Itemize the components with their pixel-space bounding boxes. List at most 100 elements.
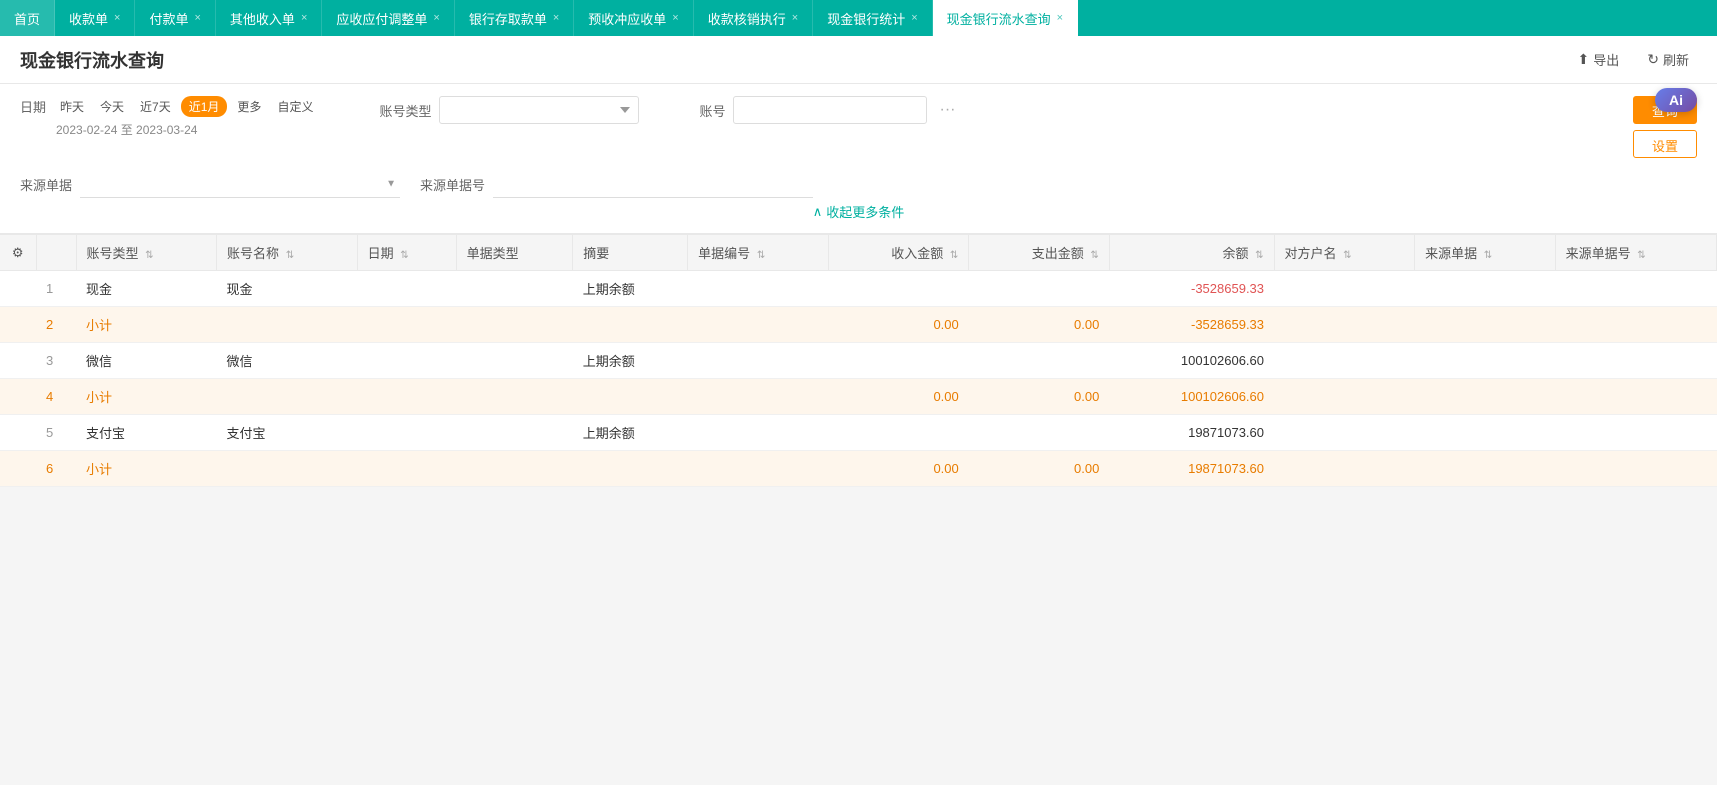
table-row[interactable]: 6 小计 0.00 0.00 19871073.60 — [0, 451, 1717, 487]
account-type-column-header[interactable]: 账号类型 ⇅ — [76, 235, 217, 271]
row-date-cell — [357, 451, 456, 487]
row-account-name-cell: 微信 — [217, 343, 358, 379]
export-button[interactable]: ⬆ 导出 — [1570, 46, 1628, 73]
date-opt-yesterday[interactable]: 昨天 — [54, 96, 90, 117]
close-tab-bank-deposit-icon[interactable]: × — [553, 12, 559, 24]
source-doc-no-sort-icon: ⇅ — [1637, 250, 1645, 261]
collapse-bar[interactable]: ∧ 收起更多条件 — [20, 198, 1697, 221]
source-doc-sort-icon: ⇅ — [1484, 250, 1492, 261]
table-row[interactable]: 5 支付宝 支付宝 上期余额 19871073.60 — [0, 415, 1717, 451]
table-row[interactable]: 2 小计 0.00 0.00 -3528659.33 — [0, 307, 1717, 343]
nav-home[interactable]: 首页 — [0, 0, 55, 36]
row-date-cell — [357, 307, 456, 343]
gear-column-header[interactable]: ⚙ — [0, 235, 36, 271]
date-opt-more[interactable]: 更多 — [231, 96, 267, 117]
nav-tab-receipt-exec[interactable]: 收款核销执行 × — [694, 0, 813, 36]
row-doc-no-cell — [688, 271, 829, 307]
table-row[interactable]: 1 现金 现金 上期余额 -3528659.33 — [0, 271, 1717, 307]
close-tab-ar-ap-adjust-icon[interactable]: × — [433, 12, 439, 24]
row-expense-cell: 0.00 — [969, 307, 1110, 343]
row-summary-cell: 上期余额 — [573, 415, 688, 451]
source-doc-column-header[interactable]: 来源单据 ⇅ — [1415, 235, 1556, 271]
date-opt-today[interactable]: 今天 — [94, 96, 130, 117]
account-input[interactable] — [733, 96, 927, 124]
row-source-doc-cell — [1415, 415, 1556, 451]
close-tab-cash-bank-stat-icon[interactable]: × — [911, 12, 917, 24]
source-doc-no-column-header[interactable]: 来源单据号 ⇅ — [1555, 235, 1716, 271]
expense-column-header[interactable]: 支出金额 ⇅ — [969, 235, 1110, 271]
row-gear-cell — [0, 307, 36, 343]
date-options: 昨天 今天 近7天 近1月 更多 自定义 — [54, 96, 319, 117]
row-account-type-cell: 小计 — [76, 307, 217, 343]
nav-tab-other-income[interactable]: 其他收入单 × — [216, 0, 322, 36]
row-balance-cell: 19871073.60 — [1109, 415, 1274, 451]
account-type-label: 账号类型 — [379, 101, 431, 120]
row-num-cell: 4 — [36, 379, 76, 415]
nav-tab-receipt[interactable]: 收款单 × — [55, 0, 135, 36]
account-name-sort-icon: ⇅ — [286, 250, 294, 261]
account-dots-icon[interactable]: ··· — [935, 101, 959, 119]
date-opt-7days[interactable]: 近7天 — [134, 96, 177, 117]
balance-column-header[interactable]: 余额 ⇅ — [1109, 235, 1274, 271]
row-account-name-cell — [217, 379, 358, 415]
row-doc-type-cell — [456, 451, 573, 487]
account-name-column-header[interactable]: 账号名称 ⇅ — [217, 235, 358, 271]
num-column-header — [36, 235, 76, 271]
row-source-doc-cell — [1415, 451, 1556, 487]
row-gear-cell — [0, 343, 36, 379]
close-tab-payment-icon[interactable]: × — [194, 12, 200, 24]
date-range-display: 2023-02-24 至 2023-03-24 — [56, 123, 197, 137]
row-source-doc-no-cell — [1555, 343, 1716, 379]
income-column-header[interactable]: 收入金额 ⇅ — [828, 235, 969, 271]
source-doc-filter: 来源单据 ▼ — [20, 170, 400, 198]
date-label: 日期 — [20, 97, 46, 116]
close-tab-cash-bank-flow-icon[interactable]: × — [1057, 12, 1063, 24]
close-tab-other-income-icon[interactable]: × — [301, 12, 307, 24]
source-doc-select[interactable] — [80, 170, 400, 198]
row-account-name-cell — [217, 307, 358, 343]
row-expense-cell — [969, 415, 1110, 451]
nav-tab-bank-deposit[interactable]: 银行存取款单 × — [455, 0, 574, 36]
refresh-icon: ↻ — [1647, 51, 1659, 68]
doc-no-column-header[interactable]: 单据编号 ⇅ — [688, 235, 829, 271]
ai-badge[interactable]: Ai — [1655, 88, 1697, 112]
filter-area: 日期 昨天 今天 近7天 近1月 更多 自定义 2023-02-24 至 202… — [0, 84, 1717, 234]
account-type-select[interactable] — [439, 96, 639, 124]
nav-tab-cash-bank-flow[interactable]: 现金银行流水查询 × — [933, 0, 1078, 36]
source-doc-no-input[interactable] — [493, 170, 813, 198]
settings-button[interactable]: 设置 — [1633, 130, 1697, 158]
table-row[interactable]: 3 微信 微信 上期余额 100102606.60 — [0, 343, 1717, 379]
export-icon: ⬆ — [1578, 51, 1590, 68]
row-source-doc-cell — [1415, 343, 1556, 379]
date-opt-custom[interactable]: 自定义 — [271, 96, 319, 117]
date-sort-icon: ⇅ — [400, 250, 408, 261]
row-account-name-cell — [217, 451, 358, 487]
row-account-type-cell: 小计 — [76, 451, 217, 487]
source-doc-no-label: 来源单据号 — [420, 175, 485, 194]
date-opt-1month[interactable]: 近1月 — [181, 96, 228, 117]
row-income-cell — [828, 271, 969, 307]
date-column-header[interactable]: 日期 ⇅ — [357, 235, 456, 271]
nav-tab-prepayment[interactable]: 预收冲应收单 × — [574, 0, 693, 36]
close-tab-receipt-icon[interactable]: × — [114, 12, 120, 24]
close-tab-prepayment-icon[interactable]: × — [672, 12, 678, 24]
row-doc-type-cell — [456, 271, 573, 307]
balance-sort-icon: ⇅ — [1255, 250, 1263, 261]
row-num-cell: 5 — [36, 415, 76, 451]
table-row[interactable]: 4 小计 0.00 0.00 100102606.60 — [0, 379, 1717, 415]
nav-tab-cash-bank-stat[interactable]: 现金银行统计 × — [813, 0, 932, 36]
row-balance-cell: -3528659.33 — [1109, 271, 1274, 307]
row-source-doc-no-cell — [1555, 451, 1716, 487]
row-account-type-cell: 现金 — [76, 271, 217, 307]
nav-tab-payment[interactable]: 付款单 × — [135, 0, 215, 36]
row-expense-cell: 0.00 — [969, 379, 1110, 415]
refresh-button[interactable]: ↻ 刷新 — [1639, 46, 1697, 73]
nav-tab-ar-ap-adjust[interactable]: 应收应付调整单 × — [322, 0, 454, 36]
row-doc-no-cell — [688, 343, 829, 379]
close-tab-receipt-exec-icon[interactable]: × — [792, 12, 798, 24]
account-label: 账号 — [699, 101, 725, 120]
row-income-cell: 0.00 — [828, 307, 969, 343]
counterpart-column-header[interactable]: 对方户名 ⇅ — [1274, 235, 1415, 271]
table-body: 1 现金 现金 上期余额 -3528659.33 2 小计 0.00 0.00 … — [0, 271, 1717, 487]
row-income-cell: 0.00 — [828, 379, 969, 415]
